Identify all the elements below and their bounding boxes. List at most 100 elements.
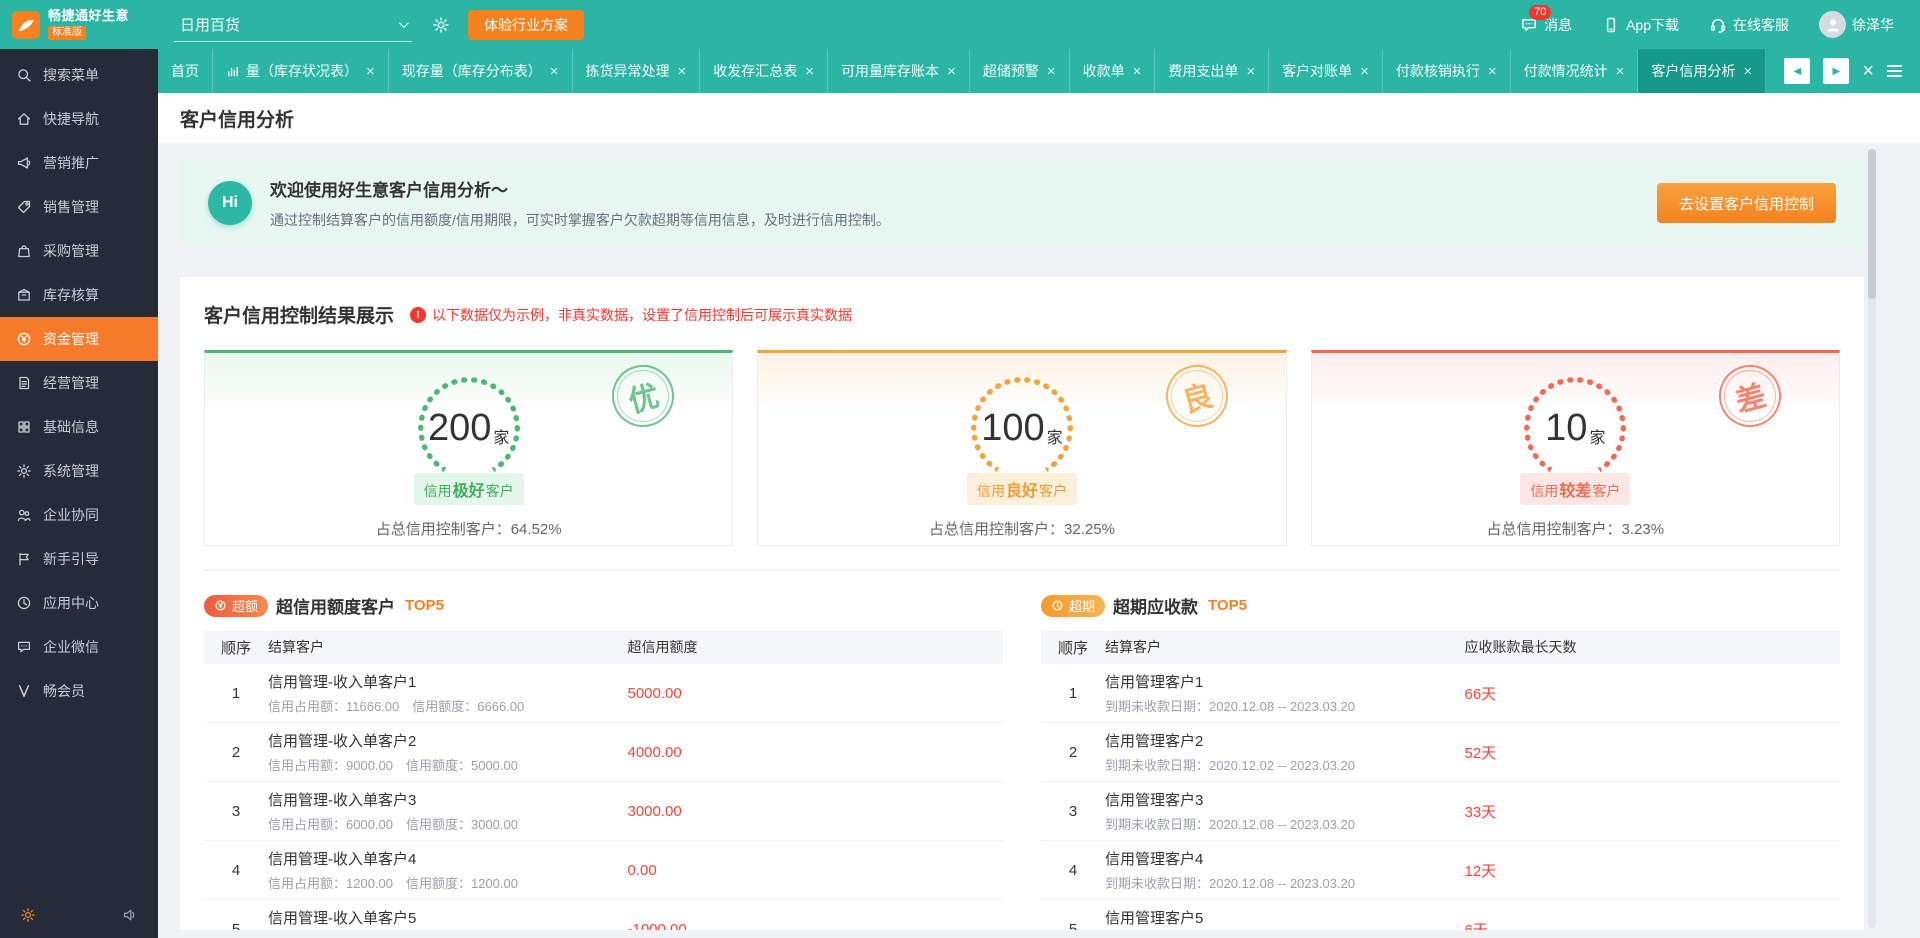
tab-close-icon[interactable]: × [1360, 64, 1369, 79]
sidebar-item-guide[interactable]: 新手引导 [0, 537, 158, 581]
tab-close-icon[interactable]: × [1616, 64, 1625, 79]
clock-icon [1051, 599, 1064, 612]
table-row[interactable]: 3 信用管理客户3 到期未收款日期：2020.12.08 -- 2023.03.2… [1041, 782, 1840, 841]
price-tag-icon [16, 199, 32, 215]
user-menu[interactable]: 徐泽华 [1819, 11, 1894, 38]
clock-icon [16, 595, 32, 611]
credit-gauge: 100 家 [963, 369, 1081, 487]
sidebar-item-label: 搜索菜单 [43, 67, 99, 83]
tab[interactable]: 量（库存状况表） × [213, 49, 389, 93]
sidebar-item-search-menu[interactable]: 搜索菜单 [0, 53, 158, 97]
industry-select-value: 日用百货 [180, 16, 241, 34]
messages-button[interactable]: 70 消息 [1520, 4, 1572, 35]
tab-strip: 首页 量（库存状况表） × 现存量（库存分布表） × 拣货异常处理 × 收发存汇总表… [158, 49, 1767, 93]
industry-settings-gear-icon[interactable] [432, 16, 450, 34]
tab-customer-credit-analysis[interactable]: 客户信用分析 × [1638, 49, 1767, 93]
sample-data-note-text: 以下数据仅为示例，非真实数据，设置了信用控制后可展示真实数据 [432, 306, 853, 323]
sidebar-item-label: 新手引导 [43, 551, 99, 567]
table-row[interactable]: 5 信用管理客户5到期未收款日期：2020.12.08 -- 2023.03.2… [1041, 900, 1840, 930]
sidebar-item-system[interactable]: 系统管理 [0, 449, 158, 493]
tab[interactable]: 付款核销执行 × [1383, 49, 1511, 93]
table-row[interactable]: 2 信用管理-收入单客户2 信用占用额：9000.00 信用额度：5000.00 … [204, 723, 1003, 782]
table-column-headers: 顺序 结算客户 超信用额度 [204, 630, 1003, 664]
setup-credit-control-button[interactable]: 去设置客户信用控制 [1656, 183, 1836, 223]
tab[interactable]: 费用支出单 × [1155, 49, 1270, 93]
shopping-bag-icon [16, 243, 32, 259]
sidebar-item-inventory[interactable]: 库存核算 [0, 273, 158, 317]
sidebar-item-app-center[interactable]: 应用中心 [0, 581, 158, 625]
table-row[interactable]: 5 信用管理-收入单客户5信用占用额：0.00 信用额度：1000.00 -10… [204, 900, 1003, 930]
welcome-banner: Hi 欢迎使用好生意客户信用分析～ 通过控制结算客户的信用额度/信用期限，可实时… [180, 159, 1864, 247]
sidebar-item-basic-info[interactable]: 基础信息 [0, 405, 158, 449]
table-row[interactable]: 1 信用管理-收入单客户1 信用占用额：11666.00 信用额度：6666.00… [204, 664, 1003, 723]
tab[interactable]: 可用量库存账本 × [828, 49, 970, 93]
settings-gear-icon[interactable] [20, 907, 36, 923]
tab[interactable]: 超储预警 × [970, 49, 1070, 93]
credit-level-badge: 信用 良好 客户 [966, 473, 1077, 505]
tab[interactable]: 付款情况统计 × [1511, 49, 1639, 93]
tab-close-icon[interactable]: × [550, 64, 559, 79]
credit-gauge: 200 家 [410, 369, 528, 487]
tab-home[interactable]: 首页 [158, 49, 213, 93]
tab-close-icon[interactable]: × [805, 64, 814, 79]
scrollbar-thumb[interactable] [1868, 149, 1876, 299]
table-row[interactable]: 2 信用管理客户2 到期未收款日期：2020.12.02 -- 2023.03.2… [1041, 723, 1840, 782]
sidebar-item-label: 企业微信 [43, 639, 99, 655]
tab-close-icon[interactable]: × [1246, 64, 1255, 79]
close-all-tabs-icon[interactable]: × [1862, 61, 1874, 81]
tab-label: 收款单 [1082, 63, 1125, 79]
sidebar-item-member[interactable]: 畅会员 [0, 669, 158, 713]
tab-close-icon[interactable]: × [1743, 64, 1752, 79]
tab[interactable]: 现存量（库存分布表） × [389, 49, 573, 93]
app-logo[interactable]: 畅捷通好生意 标准版 [0, 8, 158, 40]
page-title: 客户信用分析 [158, 93, 1920, 143]
sidebar-item-collaboration[interactable]: 企业协同 [0, 493, 158, 537]
banner-description: 通过控制结算客户的信用额度/信用期限，可实时掌握客户欠款超期等信用信息，及时进行… [270, 212, 890, 228]
tab-close-icon[interactable]: × [366, 64, 375, 79]
credit-stat-card-poor: 差 10 家 信用 较差 客户 占总信用控制客户：3.23% [1310, 350, 1840, 546]
sidebar-item-label: 库存核算 [43, 287, 99, 303]
tab[interactable]: 拣货异常处理 × [573, 49, 701, 93]
scrollbar[interactable] [1868, 149, 1876, 928]
credit-level-badge: 信用 较差 客户 [1520, 473, 1631, 505]
tab-close-icon[interactable]: × [678, 64, 687, 79]
table-row[interactable]: 1 信用管理客户1 到期未收款日期：2020.12.08 -- 2023.03.2… [1041, 664, 1840, 723]
tab[interactable]: 收款单 × [1070, 49, 1156, 93]
over-credit-table: 超额 超信用额度客户 TOP5 顺序 结算客户 超信用额度 1 信用管理-收入单… [204, 593, 1003, 930]
sidebar-item-funds[interactable]: 资金管理 [0, 317, 158, 361]
tab-menu-icon[interactable] [1887, 62, 1902, 80]
tab-close-icon[interactable]: × [1047, 64, 1056, 79]
tab[interactable]: 收发存汇总表 × [700, 49, 829, 93]
tab-close-icon[interactable]: × [1488, 64, 1497, 79]
panel-header: 客户信用控制结果展示 ! 以下数据仅为示例，非真实数据，设置了信用控制后可展示真… [204, 301, 1840, 328]
online-service-button[interactable]: 在线客服 [1709, 15, 1789, 35]
table-row[interactable]: 3 信用管理-收入单客户3 信用占用额：6000.00 信用额度：3000.00 … [204, 782, 1003, 841]
sidebar-item-operations[interactable]: 经营管理 [0, 361, 158, 405]
tab-scroll-right-button[interactable]: ▶ [1823, 58, 1850, 84]
sidebar-item-label: 销售管理 [43, 199, 99, 215]
announcement-speaker-icon[interactable] [122, 907, 138, 923]
tab-scroll-left-button[interactable]: ◀ [1784, 58, 1811, 84]
industry-select[interactable]: 日用百货 [174, 8, 412, 42]
sidebar-item-marketing[interactable]: 营销推广 [0, 141, 158, 185]
tab-label: 首页 [171, 63, 199, 79]
table-row[interactable]: 4 信用管理客户4 到期未收款日期：2020.12.08 -- 2023.03.2… [1041, 841, 1840, 900]
overdue-badge: 超期 [1041, 594, 1106, 617]
brand-logo-icon [12, 10, 40, 39]
share-label: 占总信用控制客户：3.23% [1486, 521, 1665, 538]
industry-plan-button[interactable]: 体验行业方案 [468, 9, 584, 40]
app-download-button[interactable]: App下载 [1602, 15, 1679, 35]
coin-icon [16, 331, 32, 347]
tab-label: 现存量（库存分布表） [401, 63, 542, 79]
sidebar-item-procurement[interactable]: 采购管理 [0, 229, 158, 273]
sidebar-item-label: 应用中心 [43, 595, 99, 611]
tab[interactable]: 客户对账单 × [1269, 49, 1383, 93]
tab-close-icon[interactable]: × [947, 64, 956, 79]
tab-close-icon[interactable]: × [1133, 64, 1142, 79]
sidebar-item-sales[interactable]: 销售管理 [0, 185, 158, 229]
v-member-icon [16, 683, 32, 699]
sidebar-item-wechat[interactable]: 企业微信 [0, 625, 158, 669]
sidebar-item-quick-nav[interactable]: 快捷导航 [0, 97, 158, 141]
search-icon [16, 67, 32, 83]
table-row[interactable]: 4 信用管理-收入单客户4 信用占用额：1200.00 信用额度：1200.00 … [204, 841, 1003, 900]
